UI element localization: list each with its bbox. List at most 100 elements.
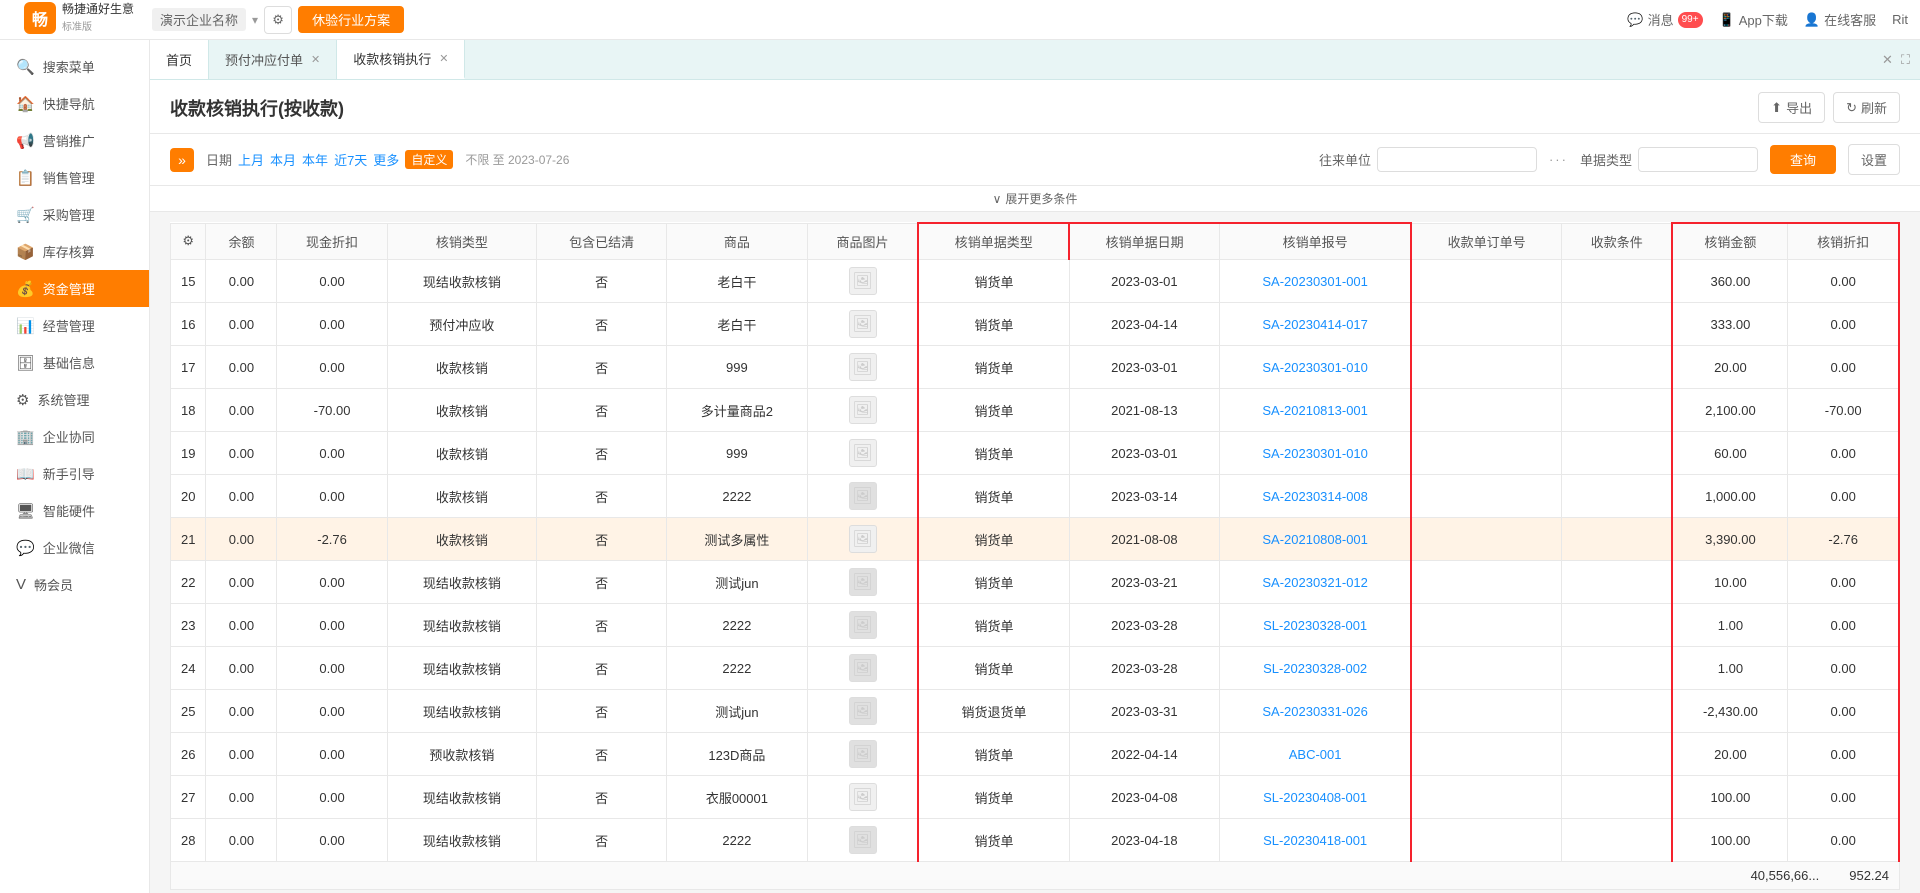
writeoff-bill-no-link[interactable]: SA-20210813-001 [1262, 403, 1368, 418]
sidebar-item-system[interactable]: ⚙ 系统管理 [0, 381, 149, 418]
operations-icon: 📊 [16, 317, 35, 335]
purchase-icon: 🛒 [16, 206, 35, 224]
online-service-button[interactable]: 👤 在线客服 [1804, 10, 1876, 29]
sidebar-item-sales[interactable]: 📋 销售管理 [0, 159, 149, 196]
writeoff-bill-no-link[interactable]: SA-20230301-010 [1262, 446, 1368, 461]
industry-solution-button[interactable]: 休验行业方案 [298, 6, 404, 33]
tab-prepay[interactable]: 预付冲应付单 ✕ [209, 40, 337, 79]
writeoff-bill-no-link[interactable]: SA-20230301-001 [1262, 274, 1368, 289]
td-goods-image: 🖼 [807, 303, 918, 346]
writeoff-bill-no-link[interactable]: SA-20230314-008 [1262, 489, 1368, 504]
settings-button[interactable]: ⚙ [264, 6, 292, 34]
tab-home[interactable]: 首页 [150, 40, 209, 79]
export-button[interactable]: ⬆ 导出 [1758, 92, 1825, 123]
td-writeoff-bill-type: 销货单 [918, 733, 1069, 776]
table-row: 18 0.00 -70.00 收款核销 否 多计量商品2 🖼 销货单 2021-… [171, 389, 1900, 432]
td-receipt-condition [1562, 604, 1673, 647]
sidebar-item-funds[interactable]: 💰 资金管理 [0, 270, 149, 307]
sidebar-label-enterprise: 企业协同 [43, 427, 95, 446]
sidebar-item-search[interactable]: 🔍 搜索菜单 [0, 48, 149, 85]
data-table: ⚙ 余额 现金折扣 核销类型 包含已结清 商品 商品图片 核销单据类型 核销单据… [170, 222, 1900, 862]
last7-link[interactable]: 近7天 [334, 150, 367, 169]
th-writeoff-discount: 核销折扣 [1788, 223, 1899, 260]
sidebar-item-operations[interactable]: 📊 经营管理 [0, 307, 149, 344]
td-no: 15 [171, 260, 206, 303]
td-writeoff-bill-no: SA-20230314-008 [1219, 475, 1411, 518]
sidebar-item-marketing[interactable]: 📢 营销推广 [0, 122, 149, 159]
user-name[interactable]: Rit [1892, 12, 1908, 27]
company-dropdown-icon[interactable]: ▾ [252, 13, 258, 27]
writeoff-bill-no-link[interactable]: SA-20230414-017 [1262, 317, 1368, 332]
writeoff-bill-no-link[interactable]: SL-20230328-002 [1263, 661, 1367, 676]
refresh-button[interactable]: ↻ 刷新 [1833, 92, 1900, 123]
tab-receipt-close-icon[interactable]: ✕ [439, 52, 448, 65]
single-type-select[interactable] [1638, 147, 1758, 172]
custom-date-tag[interactable]: 自定义 [405, 150, 453, 169]
sidebar-item-basic[interactable]: 🗄 基础信息 [0, 344, 149, 381]
td-goods-image: 🖼 [807, 776, 918, 819]
td-include-settled: 否 [537, 647, 667, 690]
td-writeoff-bill-no: SL-20230328-001 [1219, 604, 1411, 647]
table-row: 22 0.00 0.00 现结收款核销 否 测试jun 🖼 销货单 2023-0… [171, 561, 1900, 604]
td-writeoff-amount: 1.00 [1672, 647, 1787, 690]
writeoff-bill-no-link[interactable]: SL-20230408-001 [1263, 790, 1367, 805]
td-writeoff-discount: 0.00 [1788, 776, 1899, 819]
last-month-link[interactable]: 上月 [238, 150, 264, 169]
more-link[interactable]: 更多 [373, 150, 399, 169]
goods-image-empty: 🖼 [849, 267, 877, 295]
sidebar-label-quick-nav: 快捷导航 [43, 94, 95, 113]
table-wrapper[interactable]: ⚙ 余额 现金折扣 核销类型 包含已结清 商品 商品图片 核销单据类型 核销单据… [150, 212, 1920, 893]
td-writeoff-bill-date: 2023-04-14 [1069, 303, 1219, 346]
setting-button[interactable]: 设置 [1848, 144, 1900, 175]
td-writeoff-amount: 333.00 [1672, 303, 1787, 346]
export-icon: ⬆ [1771, 100, 1782, 116]
sidebar-item-inventory[interactable]: 📦 库存核算 [0, 233, 149, 270]
tab-prepay-close-icon[interactable]: ✕ [311, 53, 320, 66]
logo-sub: 标准版 [62, 18, 134, 33]
th-settings[interactable]: ⚙ [171, 223, 206, 260]
more-filter-dots[interactable]: ··· [1549, 152, 1568, 167]
sidebar-item-purchase[interactable]: 🛒 采购管理 [0, 196, 149, 233]
writeoff-bill-no-link[interactable]: SA-20230301-010 [1262, 360, 1368, 375]
td-writeoff-bill-date: 2023-03-31 [1069, 690, 1219, 733]
writeoff-bill-no-link[interactable]: SA-20210808-001 [1262, 532, 1368, 547]
this-month-link[interactable]: 本月 [270, 150, 296, 169]
sidebar-item-member[interactable]: V 畅会员 [0, 566, 149, 603]
td-writeoff-discount: 0.00 [1788, 690, 1899, 733]
sidebar-item-wechat[interactable]: 💬 企业微信 [0, 529, 149, 566]
expand-filter-button[interactable]: » [170, 148, 194, 172]
goods-image: 🖼 [849, 740, 877, 768]
writeoff-bill-no-link[interactable]: SA-20230331-026 [1262, 704, 1368, 719]
writeoff-bill-no-link[interactable]: SL-20230418-001 [1263, 833, 1367, 848]
writeoff-bill-no-link[interactable]: SA-20230321-012 [1262, 575, 1368, 590]
sidebar-item-quick-nav[interactable]: 🏠 快捷导航 [0, 85, 149, 122]
tab-receipt[interactable]: 收款核销执行 ✕ [337, 40, 465, 79]
writeoff-bill-no-link[interactable]: SL-20230328-001 [1263, 618, 1367, 633]
gear-icon: ⚙ [272, 12, 284, 28]
table-header-row: ⚙ 余额 现金折扣 核销类型 包含已结清 商品 商品图片 核销单据类型 核销单据… [171, 223, 1900, 260]
tab-close-window-icon[interactable]: ✕ [1882, 52, 1893, 68]
writeoff-bill-no-link[interactable]: ABC-001 [1289, 747, 1342, 762]
sidebar-item-guide[interactable]: 📖 新手引导 [0, 455, 149, 492]
td-goods: 多计量商品2 [667, 389, 808, 432]
sidebar-item-hardware[interactable]: 🖥 智能硬件 [0, 492, 149, 529]
td-writeoff-discount: 0.00 [1788, 346, 1899, 389]
query-button[interactable]: 查询 [1770, 145, 1836, 174]
this-year-link[interactable]: 本年 [302, 150, 328, 169]
tab-expand-icon[interactable]: ⛶ [1901, 52, 1910, 68]
expand-more-button[interactable]: ∨ 展开更多条件 [993, 190, 1078, 207]
td-writeoff-amount: 2,100.00 [1672, 389, 1787, 432]
table-row: 25 0.00 0.00 现结收款核销 否 测试jun 🖼 销货退货单 2023… [171, 690, 1900, 733]
td-include-settled: 否 [537, 733, 667, 776]
message-button[interactable]: 💬 消息 99+ [1627, 10, 1702, 29]
from-unit-input[interactable] [1377, 147, 1537, 172]
td-include-settled: 否 [537, 776, 667, 819]
td-writeoff-amount: 60.00 [1672, 432, 1787, 475]
sidebar-label-guide: 新手引导 [43, 464, 95, 483]
table-row: 26 0.00 0.00 预收款核销 否 123D商品 🖼 销货单 2022-0… [171, 733, 1900, 776]
td-cash-discount: 0.00 [277, 475, 387, 518]
sidebar-item-enterprise[interactable]: 🏢 企业协同 [0, 418, 149, 455]
message-label: 消息 [1648, 10, 1674, 29]
company-name[interactable]: 演示企业名称 [152, 8, 246, 31]
app-download-button[interactable]: 📱 App下载 [1719, 10, 1788, 29]
